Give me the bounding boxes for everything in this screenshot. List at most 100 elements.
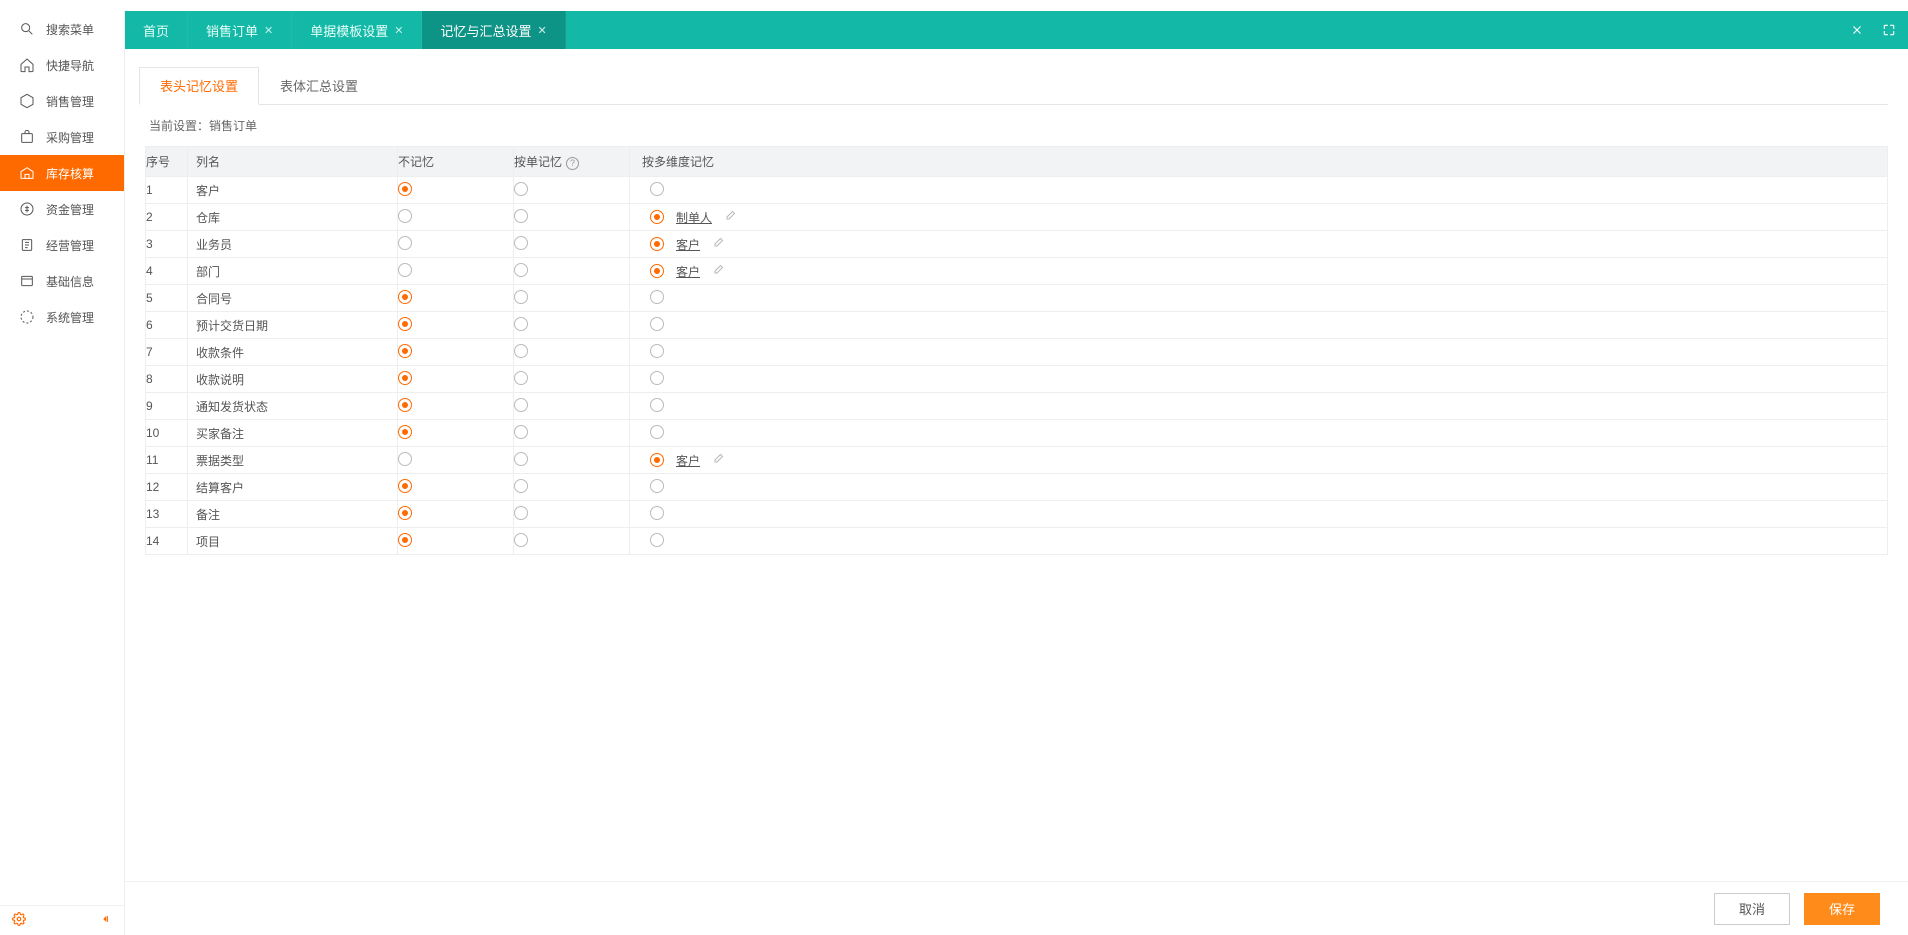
radio-none[interactable] (398, 263, 412, 277)
radio-none[interactable] (398, 209, 412, 223)
edit-icon[interactable] (712, 453, 724, 468)
radio-none[interactable] (398, 182, 412, 196)
cell-index: 8 (146, 366, 188, 393)
sidebar-item-1[interactable]: 快捷导航 (0, 47, 124, 83)
close-icon[interactable]: ✕ (264, 24, 273, 37)
current-setting-label: 当前设置：销售订单 (145, 117, 1888, 134)
cell-name: 结算客户 (188, 474, 398, 501)
cell-name: 备注 (188, 501, 398, 528)
cell-name: 预计交货日期 (188, 312, 398, 339)
radio-bydoc[interactable] (514, 344, 528, 358)
radio-bydoc[interactable] (514, 452, 528, 466)
money-icon (18, 200, 36, 218)
radio-bydoc[interactable] (514, 290, 528, 304)
radio-none[interactable] (398, 344, 412, 358)
cart-icon (18, 128, 36, 146)
radio-bydim[interactable] (650, 237, 664, 251)
dimension-link[interactable]: 制单人 (676, 209, 712, 226)
cell-index: 5 (146, 285, 188, 312)
close-icon[interactable]: ✕ (394, 24, 403, 37)
cell-index: 10 (146, 420, 188, 447)
cell-name: 收款说明 (188, 366, 398, 393)
radio-none[interactable] (398, 236, 412, 250)
sidebar-item-7[interactable]: 基础信息 (0, 263, 124, 299)
sidebar-item-4[interactable]: 库存核算 (0, 155, 124, 191)
collapse-sidebar-icon[interactable] (98, 912, 112, 929)
tab-1[interactable]: 销售订单✕ (188, 11, 292, 49)
radio-none[interactable] (398, 290, 412, 304)
radio-bydoc[interactable] (514, 506, 528, 520)
radio-bydim[interactable] (650, 506, 664, 520)
content-panel: 表头记忆设置表体汇总设置 当前设置：销售订单 序号 列名 不记忆 按单记忆? 按… (125, 49, 1908, 749)
biz-icon (18, 236, 36, 254)
main-area: 首页销售订单✕单据模板设置✕记忆与汇总设置✕ 表头记忆设置表体汇总设置 当前设置… (125, 11, 1908, 749)
sale-icon (18, 92, 36, 110)
sidebar-item-6[interactable]: 经营管理 (0, 227, 124, 263)
cell-name: 收款条件 (188, 339, 398, 366)
radio-bydim[interactable] (650, 398, 664, 412)
radio-bydoc[interactable] (514, 209, 528, 223)
col-header-bydoc: 按单记忆? (514, 147, 630, 177)
cancel-button[interactable]: 取消 (1714, 893, 1790, 925)
radio-bydoc[interactable] (514, 317, 528, 331)
close-icon[interactable]: ✕ (538, 24, 547, 37)
radio-none[interactable] (398, 506, 412, 520)
cell-name: 客户 (188, 177, 398, 204)
footer-bar: 取消 保存 (125, 881, 1908, 935)
radio-none[interactable] (398, 317, 412, 331)
radio-bydim[interactable] (650, 533, 664, 547)
radio-none[interactable] (398, 425, 412, 439)
radio-bydoc[interactable] (514, 479, 528, 493)
radio-bydim[interactable] (650, 317, 664, 331)
inner-tab-1[interactable]: 表体汇总设置 (259, 67, 379, 104)
sidebar-item-0[interactable]: 搜索菜单 (0, 11, 124, 47)
settings-icon[interactable] (12, 912, 26, 929)
fullscreen-button[interactable] (1878, 19, 1900, 41)
sidebar-item-label: 经营管理 (46, 237, 94, 254)
edit-icon[interactable] (712, 264, 724, 279)
dimension-link[interactable]: 客户 (676, 263, 700, 280)
radio-bydoc[interactable] (514, 236, 528, 250)
radio-bydim[interactable] (650, 425, 664, 439)
radio-bydim[interactable] (650, 453, 664, 467)
radio-bydoc[interactable] (514, 425, 528, 439)
tab-0[interactable]: 首页 (125, 11, 188, 49)
edit-icon[interactable] (724, 210, 736, 225)
radio-none[interactable] (398, 479, 412, 493)
radio-bydoc[interactable] (514, 371, 528, 385)
radio-bydim[interactable] (650, 479, 664, 493)
radio-bydim[interactable] (650, 210, 664, 224)
radio-bydim[interactable] (650, 182, 664, 196)
radio-bydim[interactable] (650, 371, 664, 385)
dimension-link[interactable]: 客户 (676, 236, 700, 253)
cell-name: 项目 (188, 528, 398, 555)
table-row: 12结算客户 (146, 474, 1888, 501)
sidebar-item-5[interactable]: 资金管理 (0, 191, 124, 227)
sidebar-item-2[interactable]: 销售管理 (0, 83, 124, 119)
dimension-link[interactable]: 客户 (676, 452, 700, 469)
radio-bydoc[interactable] (514, 182, 528, 196)
radio-none[interactable] (398, 371, 412, 385)
radio-bydim[interactable] (650, 344, 664, 358)
help-icon[interactable]: ? (566, 157, 579, 170)
radio-bydim[interactable] (650, 290, 664, 304)
save-button[interactable]: 保存 (1804, 893, 1880, 925)
radio-none[interactable] (398, 452, 412, 466)
sidebar-item-label: 搜索菜单 (46, 21, 94, 38)
close-all-tabs-button[interactable] (1846, 19, 1868, 41)
tab-3[interactable]: 记忆与汇总设置✕ (422, 11, 565, 49)
sidebar-item-label: 销售管理 (46, 93, 94, 110)
sidebar-item-3[interactable]: 采购管理 (0, 119, 124, 155)
cell-index: 13 (146, 501, 188, 528)
sidebar: 搜索菜单快捷导航销售管理采购管理库存核算资金管理经营管理基础信息系统管理 (0, 11, 125, 935)
edit-icon[interactable] (712, 237, 724, 252)
tab-2[interactable]: 单据模板设置✕ (292, 11, 422, 49)
radio-bydoc[interactable] (514, 533, 528, 547)
radio-none[interactable] (398, 533, 412, 547)
radio-bydim[interactable] (650, 264, 664, 278)
radio-bydoc[interactable] (514, 263, 528, 277)
radio-none[interactable] (398, 398, 412, 412)
sidebar-item-8[interactable]: 系统管理 (0, 299, 124, 335)
inner-tab-0[interactable]: 表头记忆设置 (139, 67, 259, 105)
radio-bydoc[interactable] (514, 398, 528, 412)
